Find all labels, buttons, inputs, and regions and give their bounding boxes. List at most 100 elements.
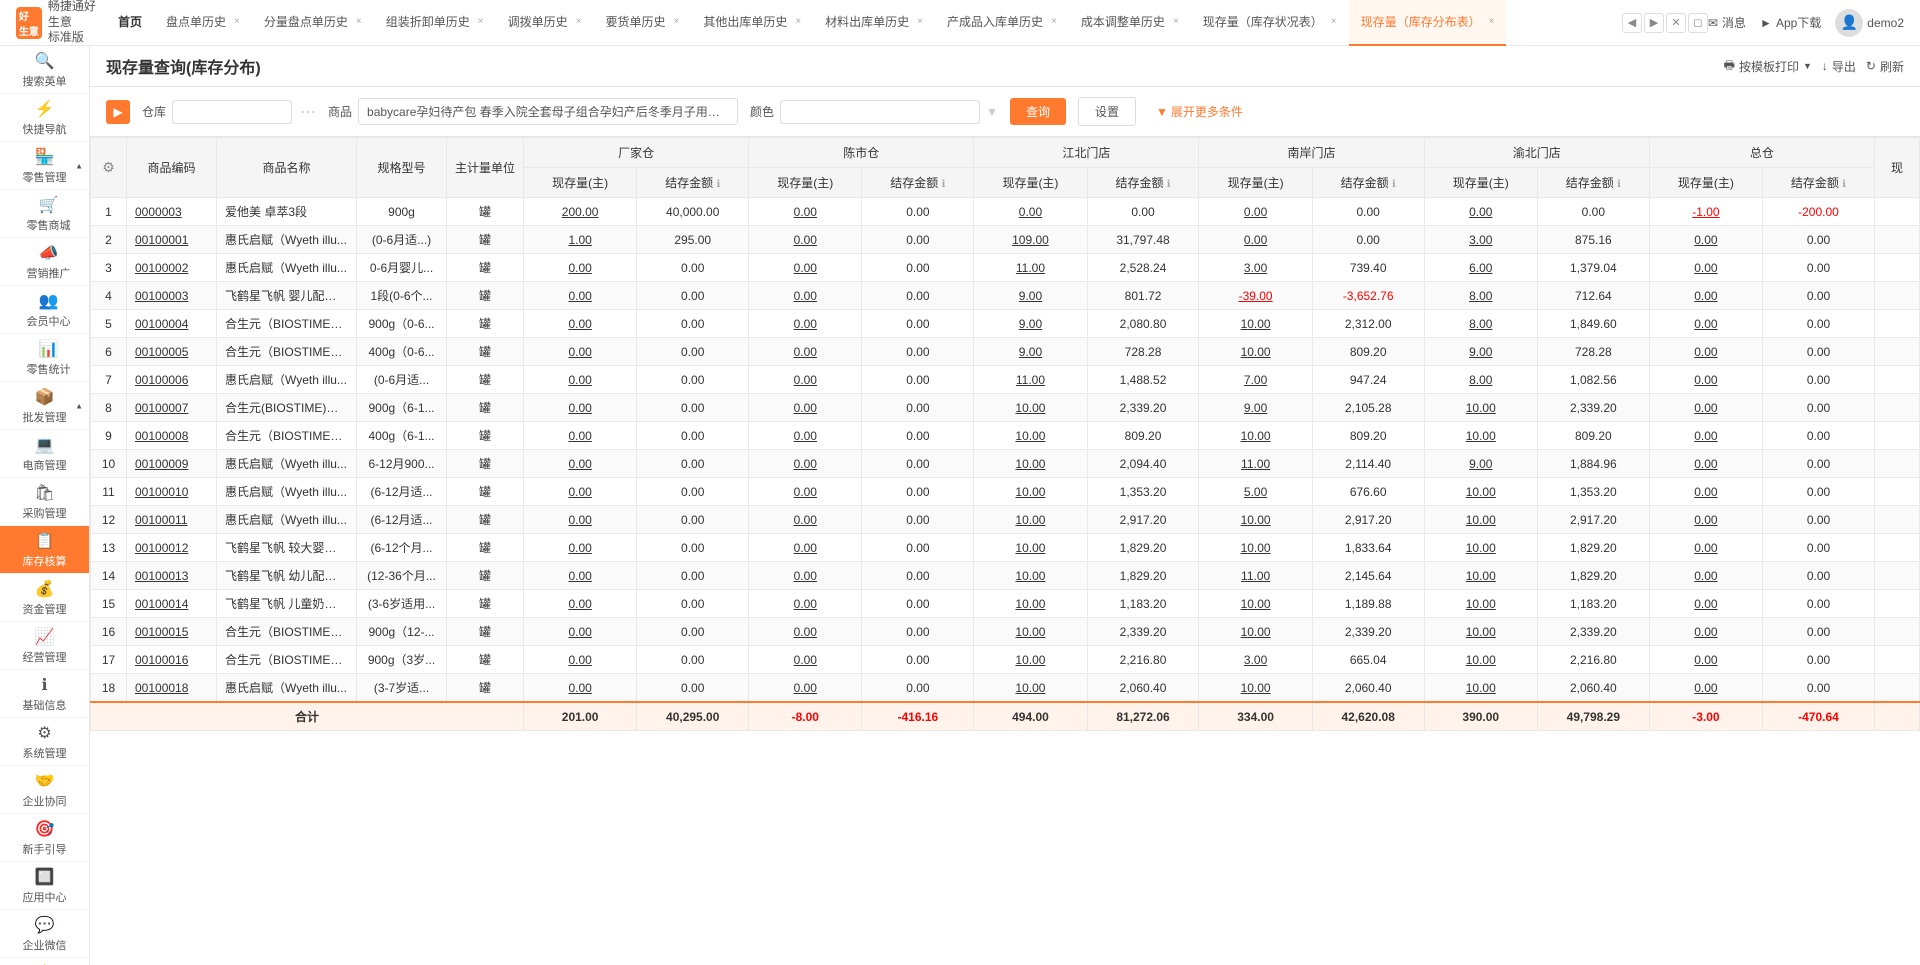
cell-code[interactable]: 00100006 [127, 366, 217, 394]
cell-nanan-qty[interactable]: 11.00 [1199, 562, 1312, 590]
warehouse-input[interactable] [172, 100, 292, 124]
cell-total-qty[interactable]: 0.00 [1649, 226, 1762, 254]
cell-chenshi-qty[interactable]: 0.00 [749, 674, 862, 703]
cell-chenshi-qty[interactable]: 0.00 [749, 310, 862, 338]
tab-1[interactable]: 盘点单历史× [154, 0, 252, 46]
tab-prev-arrow[interactable]: ◀ [1622, 13, 1642, 33]
sidebar-item-6[interactable]: 📊 零售统计 [0, 334, 89, 382]
app-download-btn[interactable]: ► App下载 [1760, 14, 1821, 31]
sidebar-item-8[interactable]: 💻 电商管理 [0, 430, 89, 478]
cell-code[interactable]: 00100004 [127, 310, 217, 338]
cell-yubeibei-qty[interactable]: 10.00 [1424, 646, 1537, 674]
cell-jiangbei-qty[interactable]: 10.00 [974, 646, 1087, 674]
cell-factory-qty[interactable]: 0.00 [524, 394, 637, 422]
sidebar-item-10[interactable]: 📋 库存核算 [0, 526, 89, 574]
cell-yubeibei-qty[interactable]: 10.00 [1424, 506, 1537, 534]
sidebar-item-3[interactable]: 🛒 零售商城 [0, 190, 89, 238]
cell-chenshi-qty[interactable]: 0.00 [749, 198, 862, 226]
cell-code[interactable]: 00100009 [127, 450, 217, 478]
tab-7[interactable]: 材料出库单历史× [813, 0, 935, 46]
cell-yubeibei-qty[interactable]: 10.00 [1424, 674, 1537, 703]
cell-code[interactable]: 00100001 [127, 226, 217, 254]
cell-nanan-qty[interactable]: 10.00 [1199, 674, 1312, 703]
cell-chenshi-qty[interactable]: 0.00 [749, 450, 862, 478]
sidebar-item-18[interactable]: 💬 企业微信 [0, 910, 89, 958]
cell-total-qty[interactable]: 0.00 [1649, 310, 1762, 338]
cell-chenshi-qty[interactable]: 0.00 [749, 422, 862, 450]
cell-total-qty[interactable]: 0.00 [1649, 422, 1762, 450]
query-button[interactable]: 查询 [1010, 98, 1066, 125]
cell-total-qty[interactable]: 0.00 [1649, 674, 1762, 703]
cell-jiangbei-qty[interactable]: 10.00 [974, 422, 1087, 450]
cell-factory-qty[interactable]: 0.00 [524, 618, 637, 646]
cell-jiangbei-qty[interactable]: 9.00 [974, 282, 1087, 310]
cell-factory-qty[interactable]: 0.00 [524, 338, 637, 366]
color-dropdown-icon[interactable]: ▼ [986, 105, 998, 119]
cell-code[interactable]: 00100005 [127, 338, 217, 366]
cell-code[interactable]: 00100013 [127, 562, 217, 590]
sidebar-item-13[interactable]: ℹ 基础信息 [0, 670, 89, 718]
tab-5[interactable]: 要货单历史× [593, 0, 691, 46]
cell-factory-qty[interactable]: 0.00 [524, 366, 637, 394]
tab-close-2[interactable]: × [356, 16, 362, 27]
cell-total-qty[interactable]: 0.00 [1649, 338, 1762, 366]
cell-nanan-qty[interactable]: 10.00 [1199, 618, 1312, 646]
cell-code[interactable]: 00100015 [127, 618, 217, 646]
cell-total-qty[interactable]: 0.00 [1649, 282, 1762, 310]
tab-close-11[interactable]: × [1489, 16, 1495, 27]
tab-2[interactable]: 分量盘点单历史× [252, 0, 374, 46]
info-icon-1[interactable]: ℹ [716, 179, 720, 190]
cell-yubeibei-qty[interactable]: 10.00 [1424, 534, 1537, 562]
cell-yubeibei-qty[interactable]: 10.00 [1424, 478, 1537, 506]
info-icon-2[interactable]: ℹ [942, 179, 946, 190]
tab-close-6[interactable]: × [795, 16, 801, 27]
cell-factory-qty[interactable]: 0.00 [524, 506, 637, 534]
cell-jiangbei-qty[interactable]: 10.00 [974, 562, 1087, 590]
cell-code[interactable]: 00100018 [127, 674, 217, 703]
cell-chenshi-qty[interactable]: 0.00 [749, 646, 862, 674]
gear-icon[interactable]: ⚙ [102, 159, 115, 175]
cell-code[interactable]: 0000003 [127, 198, 217, 226]
cell-factory-qty[interactable]: 0.00 [524, 310, 637, 338]
cell-nanan-qty[interactable]: 11.00 [1199, 450, 1312, 478]
cell-total-qty[interactable]: 0.00 [1649, 394, 1762, 422]
cell-yubeibei-qty[interactable]: 10.00 [1424, 394, 1537, 422]
cell-jiangbei-qty[interactable]: 10.00 [974, 506, 1087, 534]
cell-factory-qty[interactable]: 0.00 [524, 646, 637, 674]
cell-nanan-qty[interactable]: -39.00 [1199, 282, 1312, 310]
cell-nanan-qty[interactable]: 10.00 [1199, 506, 1312, 534]
cell-factory-qty[interactable]: 200.00 [524, 198, 637, 226]
cell-total-qty[interactable]: 0.00 [1649, 590, 1762, 618]
sidebar-item-11[interactable]: 💰 资金管理 [0, 574, 89, 622]
tab-6[interactable]: 其他出库单历史× [691, 0, 813, 46]
sidebar-item-15[interactable]: 🤝 企业协同 [0, 766, 89, 814]
cell-chenshi-qty[interactable]: 0.00 [749, 590, 862, 618]
cell-yubeibei-qty[interactable]: 8.00 [1424, 282, 1537, 310]
sidebar-item-5[interactable]: 👥 会员中心 [0, 286, 89, 334]
sidebar-item-14[interactable]: ⚙ 系统管理 [0, 718, 89, 766]
cell-code[interactable]: 00100011 [127, 506, 217, 534]
cell-factory-qty[interactable]: 0.00 [524, 282, 637, 310]
cell-chenshi-qty[interactable]: 0.00 [749, 534, 862, 562]
cell-factory-qty[interactable]: 0.00 [524, 422, 637, 450]
cell-jiangbei-qty[interactable]: 109.00 [974, 226, 1087, 254]
cell-chenshi-qty[interactable]: 0.00 [749, 618, 862, 646]
warehouse-more-btn[interactable]: ⋯ [300, 102, 316, 122]
info-icon-5[interactable]: ℹ [1617, 179, 1621, 190]
cell-total-qty[interactable]: 0.00 [1649, 478, 1762, 506]
cell-chenshi-qty[interactable]: 0.00 [749, 394, 862, 422]
cell-nanan-qty[interactable]: 0.00 [1199, 198, 1312, 226]
expand-more-btn[interactable]: ▼ 展开更多条件 [1156, 103, 1243, 120]
cell-code[interactable]: 00100012 [127, 534, 217, 562]
cell-jiangbei-qty[interactable]: 10.00 [974, 394, 1087, 422]
cell-chenshi-qty[interactable]: 0.00 [749, 338, 862, 366]
cell-chenshi-qty[interactable]: 0.00 [749, 254, 862, 282]
cell-jiangbei-qty[interactable]: 10.00 [974, 478, 1087, 506]
cell-nanan-qty[interactable]: 10.00 [1199, 422, 1312, 450]
tab-4[interactable]: 调拨单历史× [496, 0, 594, 46]
cell-nanan-qty[interactable]: 10.00 [1199, 338, 1312, 366]
cell-factory-qty[interactable]: 0.00 [524, 590, 637, 618]
cell-code[interactable]: 00100007 [127, 394, 217, 422]
cell-jiangbei-qty[interactable]: 0.00 [974, 198, 1087, 226]
cell-factory-qty[interactable]: 1.00 [524, 226, 637, 254]
